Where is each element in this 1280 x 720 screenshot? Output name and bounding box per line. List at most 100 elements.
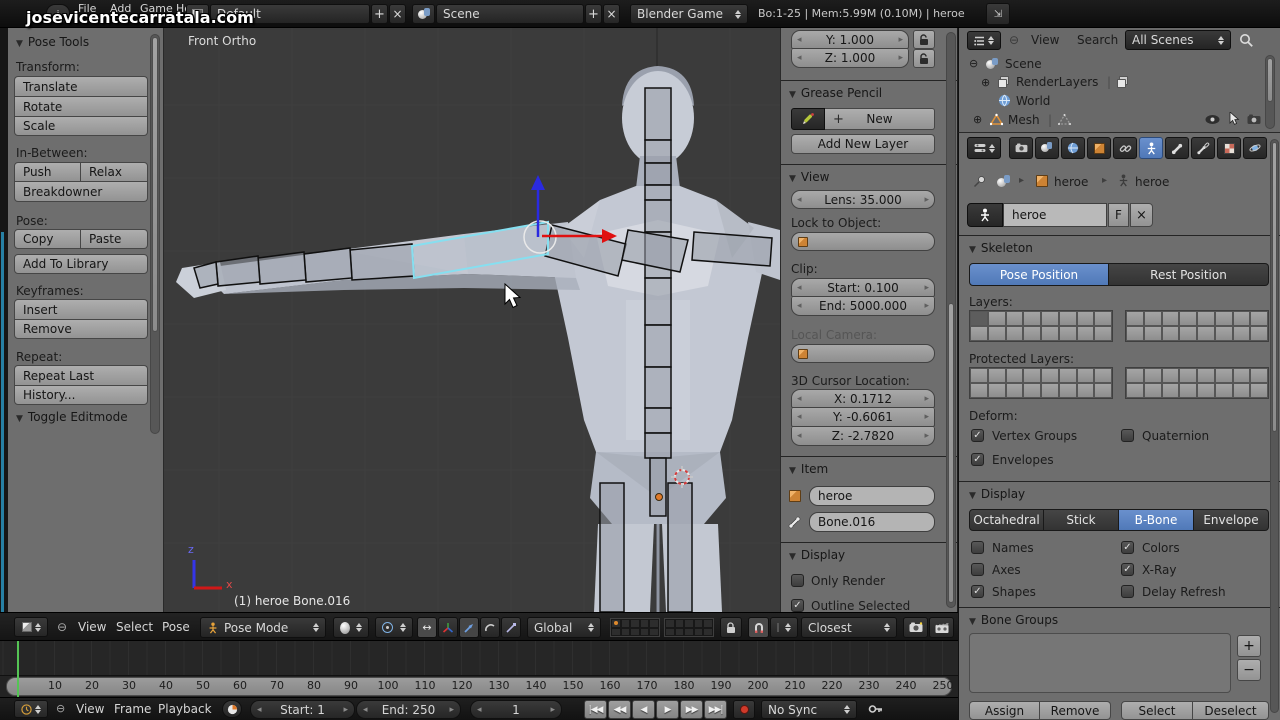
outliner-menu-view[interactable]: View xyxy=(1031,33,1059,47)
clip-end-field[interactable]: ◂ End: 5000.000 ▸ xyxy=(791,297,935,316)
xray-checkbox[interactable] xyxy=(1121,563,1134,576)
pin-icon[interactable] xyxy=(973,175,986,188)
only-render-checkbox[interactable] xyxy=(791,574,804,587)
outliner-menu-search[interactable]: Search xyxy=(1077,33,1118,47)
names-checkbox[interactable] xyxy=(971,541,984,554)
delay-refresh-checkbox[interactable] xyxy=(1121,585,1134,598)
viewport-menu-view[interactable]: View xyxy=(78,620,106,634)
timeline-collapse-icon[interactable]: ⊖ xyxy=(56,702,65,715)
scene-field[interactable]: Scene xyxy=(436,4,584,24)
sync-select[interactable]: No Sync xyxy=(761,700,857,719)
outliner-item-mesh[interactable]: Mesh xyxy=(1008,113,1040,127)
outliner-item-renderlayers[interactable]: RenderLayers xyxy=(1016,75,1098,89)
record-button[interactable] xyxy=(733,700,755,719)
viewport-menu-select[interactable]: Select xyxy=(116,620,153,634)
window-duplicate-icon[interactable]: ⇲ xyxy=(986,3,1010,25)
tab-scene[interactable] xyxy=(1035,137,1059,159)
prev-keyframe-button[interactable]: ◀◀ xyxy=(608,700,631,719)
snap-toggle-button[interactable] xyxy=(748,617,769,638)
scene-icon[interactable] xyxy=(412,4,435,24)
add-new-layer-button[interactable]: Add New Layer xyxy=(791,134,935,154)
grease-pencil-new-button[interactable]: + New xyxy=(825,108,935,130)
shading-select[interactable] xyxy=(333,617,369,638)
cursor-z-field[interactable]: ◂ Z: -2.7820 ▸ xyxy=(791,427,935,446)
grease-pencil-draw-button[interactable] xyxy=(791,108,825,130)
snap-element-select[interactable] xyxy=(770,617,798,638)
clip-start-field[interactable]: ◂ Start: 0.100 ▸ xyxy=(791,278,935,297)
n-panel-scrollbar[interactable] xyxy=(946,32,956,608)
render-opengl-button[interactable] xyxy=(903,617,928,638)
protected-layers-grid-2[interactable] xyxy=(1125,367,1269,399)
tool-shelf-scrollbar[interactable] xyxy=(150,34,160,434)
timeline-number-strip[interactable]: 10 20 30 40 50 60 70 80 90 100 110 120 130 140 150 160 1… xyxy=(0,676,958,697)
toggle-editmode-panel-header[interactable]: ▼ Toggle Editmode xyxy=(16,410,128,424)
render-opengl-anim-button[interactable] xyxy=(929,617,954,638)
manipulator-axes-icon[interactable] xyxy=(438,617,458,638)
outliner-collapse-icon[interactable]: ⊖ xyxy=(1009,33,1019,47)
bone-groups-panel-header[interactable]: ▼ Bone Groups xyxy=(969,613,1058,627)
viewport-3d[interactable]: Front Ortho z x (1) heroe Bone.016 xyxy=(164,28,780,612)
protected-layers-grid-1[interactable] xyxy=(969,367,1113,399)
breadcrumb-armature-icon[interactable] xyxy=(1117,174,1130,187)
scene-add-button[interactable]: + xyxy=(585,4,602,24)
pose-position-button[interactable]: Pose Position xyxy=(969,263,1109,286)
unlink-datablock-button[interactable]: × xyxy=(1130,203,1153,227)
manipulator-translate-button[interactable] xyxy=(459,617,479,638)
play-reverse-button[interactable]: ◀ xyxy=(632,700,655,719)
scale-z-field[interactable]: ◂ Z: 1.000 ▸ xyxy=(791,49,909,68)
paste-button[interactable]: Paste xyxy=(81,229,148,249)
deselect-button[interactable]: Deselect xyxy=(1193,701,1269,720)
cursor-x-field[interactable]: ◂ X: 0.1712 ▸ xyxy=(791,389,935,408)
display-panel-header[interactable]: ▼ Display xyxy=(789,548,845,562)
tab-object[interactable] xyxy=(1087,137,1111,159)
armature-layers-grid-1[interactable] xyxy=(969,310,1113,342)
local-camera-field[interactable] xyxy=(791,344,935,363)
remove-button[interactable]: Remove xyxy=(1040,701,1111,720)
remove-keyframe-button[interactable]: Remove xyxy=(14,319,148,339)
lock-z-button[interactable] xyxy=(913,49,935,68)
screen-layout-delete-button[interactable]: × xyxy=(389,4,406,24)
tab-physics[interactable] xyxy=(1243,137,1267,159)
history-button[interactable]: History... xyxy=(14,385,148,405)
viewport-menu-pose[interactable]: Pose xyxy=(162,620,190,634)
item-bone-name-field[interactable]: Bone.016 xyxy=(809,512,935,532)
scale-button[interactable]: Scale xyxy=(14,116,148,136)
rest-position-button[interactable]: Rest Position xyxy=(1109,263,1269,286)
item-panel-header[interactable]: ▼ Item xyxy=(789,462,828,476)
breadcrumb-data-name[interactable]: heroe xyxy=(1135,175,1169,189)
breakdowner-button[interactable]: Breakdowner xyxy=(14,182,148,202)
translate-button[interactable]: Translate xyxy=(14,76,148,96)
relax-button[interactable]: Relax xyxy=(81,162,148,182)
visibility-eye-icon[interactable] xyxy=(1205,114,1220,125)
manipulator-toggle-button[interactable]: ↔ xyxy=(417,617,437,638)
bone-group-add-button[interactable]: + xyxy=(1237,635,1261,657)
scene-delete-button[interactable]: × xyxy=(603,4,620,24)
tab-world[interactable] xyxy=(1061,137,1085,159)
timeline-menu-view[interactable]: View xyxy=(76,702,104,716)
armature-layers-grid-2[interactable] xyxy=(1125,310,1269,342)
jump-to-end-button[interactable]: ▶▶| xyxy=(704,700,727,719)
bone-group-remove-button[interactable]: − xyxy=(1237,659,1261,681)
frame-start-field[interactable]: ◂ Start: 1 ▸ xyxy=(250,700,355,719)
envelopes-checkbox[interactable] xyxy=(971,453,984,466)
header-collapse-icon[interactable]: ⊖ xyxy=(57,620,67,634)
renderability-camera-icon[interactable] xyxy=(1247,114,1261,125)
add-to-library-button[interactable]: Add To Library xyxy=(14,254,148,274)
tab-bone-constraints[interactable] xyxy=(1191,137,1215,159)
timeline-ruler-area[interactable] xyxy=(0,641,958,676)
bone-groups-list[interactable] xyxy=(969,633,1231,693)
skeleton-panel-header[interactable]: ▼ Skeleton xyxy=(969,241,1033,255)
timeline-editor-type-button[interactable] xyxy=(14,700,48,718)
pose-tools-panel-header[interactable]: ▼ Pose Tools xyxy=(16,35,89,49)
repeat-last-button[interactable]: Repeat Last xyxy=(14,365,148,385)
select-button[interactable]: Select xyxy=(1121,701,1193,720)
copy-button[interactable]: Copy xyxy=(14,229,81,249)
item-object-name-field[interactable]: heroe xyxy=(809,486,935,506)
tab-constraints[interactable] xyxy=(1113,137,1137,159)
lens-field[interactable]: ◂ Lens: 35.000 ▸ xyxy=(791,190,935,209)
use-preview-range-button[interactable] xyxy=(222,700,242,718)
quaternion-checkbox[interactable] xyxy=(1121,429,1134,442)
breadcrumb-object-name[interactable]: heroe xyxy=(1054,175,1088,189)
editor-type-button[interactable] xyxy=(14,617,48,637)
envelope-button[interactable]: Envelope xyxy=(1194,509,1269,531)
